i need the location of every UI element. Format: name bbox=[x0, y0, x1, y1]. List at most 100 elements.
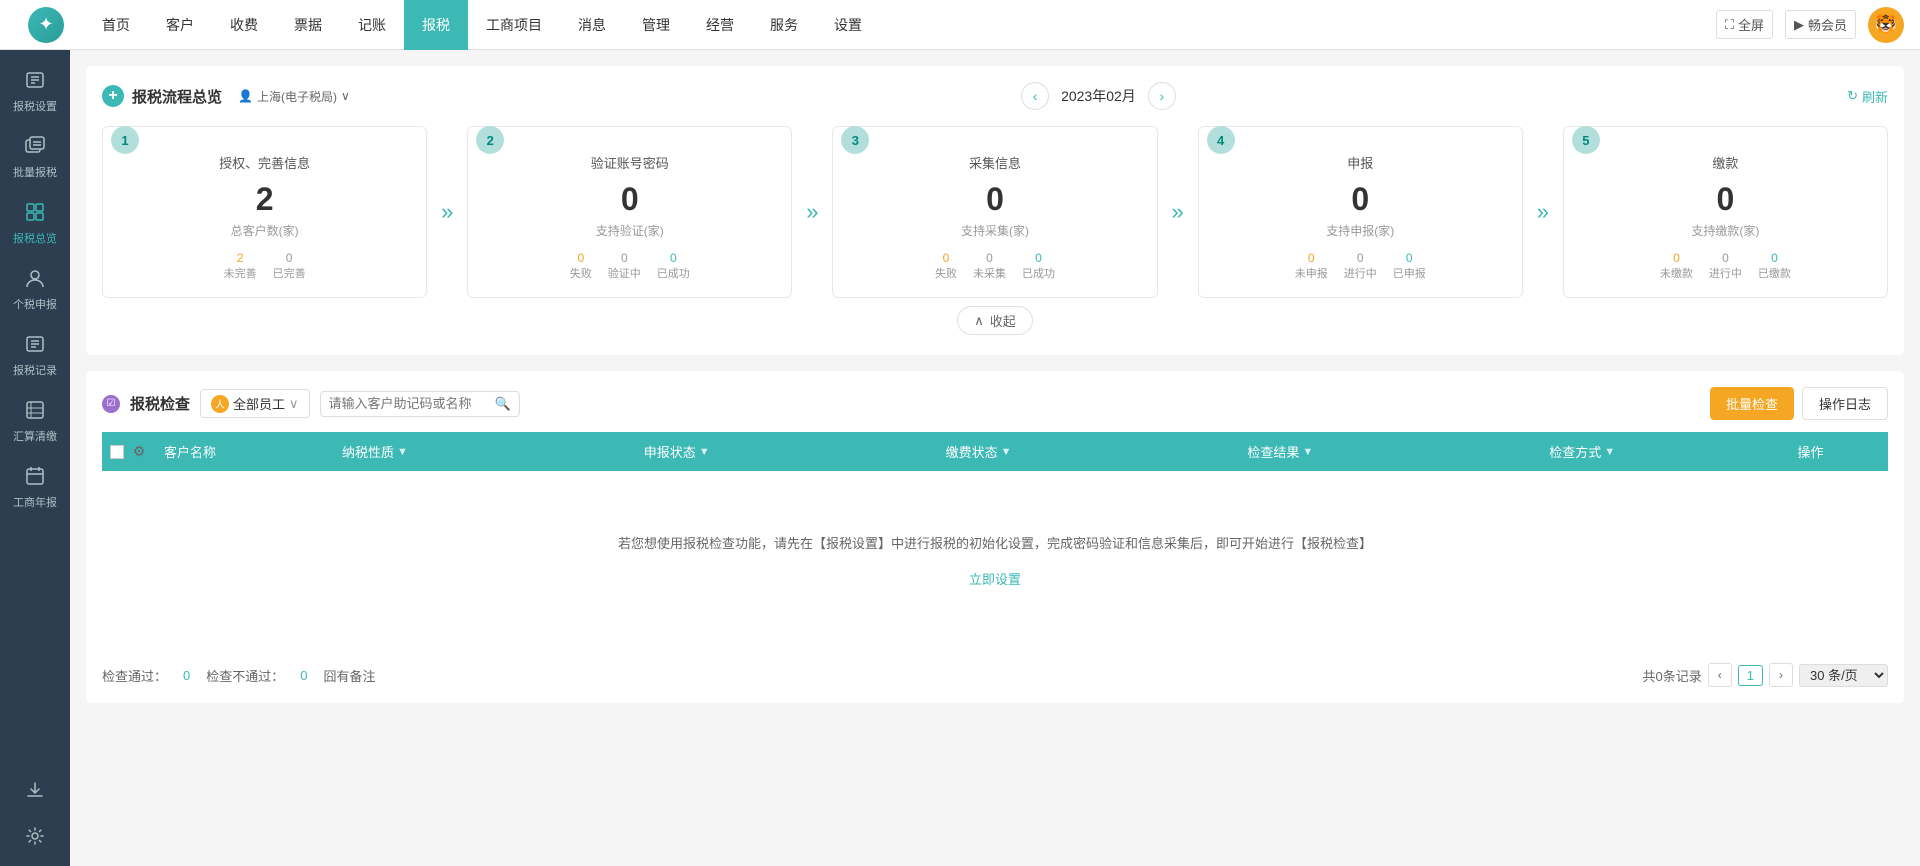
individual-tax-label: 个税申报 bbox=[13, 296, 57, 312]
operation-log-button[interactable]: 操作日志 bbox=[1802, 387, 1888, 420]
next-month-button[interactable]: › bbox=[1148, 82, 1176, 110]
filter-icon-3: ▼ bbox=[1001, 446, 1012, 458]
employee-filter-select[interactable]: 人 全部员工 ∨ bbox=[200, 389, 310, 418]
step-2-val-0[interactable]: 0 bbox=[577, 251, 584, 265]
filter-icon-1: ▼ bbox=[397, 446, 408, 458]
prev-month-button[interactable]: ‹ bbox=[1021, 82, 1049, 110]
col-filter-declare[interactable]: 申报状态 ▼ bbox=[644, 442, 710, 461]
nav-accounting[interactable]: 记账 bbox=[340, 0, 404, 50]
step-2-val-2[interactable]: 0 bbox=[670, 251, 677, 265]
filter-icon-5: ▼ bbox=[1604, 446, 1615, 458]
search-icon[interactable]: 🔍 bbox=[495, 396, 511, 412]
step-2-label-0: 失败 bbox=[570, 265, 592, 281]
settlement-label: 汇算清缴 bbox=[13, 428, 57, 444]
annual-report-label: 工商年报 bbox=[13, 494, 57, 510]
table-col-action: 操作 bbox=[1733, 432, 1888, 471]
sidebar-item-download[interactable] bbox=[1, 768, 69, 812]
step-5-label-2: 已缴款 bbox=[1758, 265, 1791, 281]
col-filter-pay[interactable]: 缴费状态 ▼ bbox=[946, 442, 1012, 461]
refresh-button[interactable]: ↻ 刷新 bbox=[1847, 87, 1888, 106]
step-5-val-1: 0 bbox=[1722, 251, 1729, 265]
check-fail-count[interactable]: 0 bbox=[300, 668, 307, 683]
nav-fee[interactable]: 收费 bbox=[212, 0, 276, 50]
sidebar-item-batch-tax[interactable]: 批量报税 bbox=[1, 124, 69, 188]
step-5-val-2[interactable]: 0 bbox=[1771, 251, 1778, 265]
logo-area[interactable]: ✦ bbox=[16, 7, 76, 43]
next-page-button[interactable]: › bbox=[1769, 663, 1793, 687]
process-title: 报税流程总览 bbox=[132, 86, 222, 107]
col-filter-tax-type[interactable]: 纳税性质 ▼ bbox=[342, 442, 408, 461]
nav-home[interactable]: 首页 bbox=[84, 0, 148, 50]
table-wrap: ⚙ 客户名称 纳税性质 ▼ bbox=[102, 432, 1888, 653]
step-1-num: 1 bbox=[111, 126, 139, 154]
top-right-actions: ⛶ 全屏 ▶ 畅会员 🐯 bbox=[1716, 7, 1904, 43]
filter-icon-4: ▼ bbox=[1302, 446, 1313, 458]
pagination: 共0条记录 ‹ 1 › 30 条/页50 条/页100 条/页 bbox=[1643, 663, 1888, 687]
mascot-avatar[interactable]: 🐯 bbox=[1868, 7, 1904, 43]
nav-operation[interactable]: 经营 bbox=[688, 0, 752, 50]
table-col-name: 客户名称 bbox=[156, 432, 224, 471]
batch-check-button[interactable]: 批量检查 bbox=[1710, 387, 1794, 420]
nav-invoice[interactable]: 票据 bbox=[276, 0, 340, 50]
sidebar-item-individual-tax[interactable]: 个税申报 bbox=[1, 256, 69, 320]
table-empty-row: 若您想使用报税检查功能，请先在【报税设置】中进行报税的初始化设置，完成密码验证和… bbox=[102, 471, 1888, 653]
fullscreen-button[interactable]: ⛶ 全屏 bbox=[1716, 10, 1773, 39]
step-3-val-0[interactable]: 0 bbox=[943, 251, 950, 265]
nav-customer[interactable]: 客户 bbox=[148, 0, 212, 50]
nav-service[interactable]: 服务 bbox=[752, 0, 816, 50]
header-checkbox[interactable] bbox=[110, 445, 124, 459]
nav-items: 首页 客户 收费 票据 记账 报税 工商项目 消息 管理 经营 服务 设置 bbox=[84, 0, 1716, 50]
collapse-up-icon: ∧ bbox=[974, 313, 984, 329]
nav-manage[interactable]: 管理 bbox=[624, 0, 688, 50]
step-5-stats: 0 未缴款 0 进行中 0 已缴款 bbox=[1576, 251, 1875, 281]
prev-page-button[interactable]: ‹ bbox=[1708, 663, 1732, 687]
per-page-select[interactable]: 30 条/页50 条/页100 条/页 bbox=[1799, 664, 1888, 687]
step-5-label-1: 进行中 bbox=[1709, 265, 1742, 281]
batch-tax-label: 批量报税 bbox=[13, 164, 57, 180]
sidebar-bottom bbox=[1, 768, 69, 866]
nav-message[interactable]: 消息 bbox=[560, 0, 624, 50]
col-filter-name[interactable]: 客户名称 bbox=[164, 442, 216, 461]
step-1-val-0[interactable]: 2 bbox=[237, 251, 244, 265]
step-5-desc: 支持缴款(家) bbox=[1576, 222, 1875, 239]
tax-overview-label: 报税总览 bbox=[13, 230, 57, 246]
table-footer: 检查通过： 0 检查不通过： 0 囧有备注 共0条记录 ‹ 1 › 30 条/页… bbox=[102, 653, 1888, 687]
location-badge[interactable]: 👤 上海(电子税局) ∨ bbox=[238, 88, 350, 105]
sidebar-item-tax-record[interactable]: 报税记录 bbox=[1, 322, 69, 386]
table-col-pay-status: 缴费状态 ▼ bbox=[828, 432, 1130, 471]
arrow-2: » bbox=[792, 126, 832, 298]
sidebar-item-settings[interactable] bbox=[1, 814, 69, 858]
sidebar-item-tax-settings[interactable]: 报税设置 bbox=[1, 58, 69, 122]
gear-icon[interactable]: ⚙ bbox=[130, 443, 148, 461]
step-2-stat-0: 0 失败 bbox=[570, 251, 592, 281]
search-input[interactable] bbox=[329, 396, 489, 411]
step-3-label-0: 失败 bbox=[935, 265, 957, 281]
tax-check-icon: ☑ bbox=[102, 395, 120, 413]
nav-settings[interactable]: 设置 bbox=[816, 0, 880, 50]
sidebar-item-settlement[interactable]: 汇算清缴 bbox=[1, 388, 69, 452]
employee-filter-label: 全部员工 bbox=[233, 394, 285, 413]
sidebar-item-annual-report[interactable]: 工商年报 bbox=[1, 454, 69, 518]
step-4-label-2: 已申报 bbox=[1393, 265, 1426, 281]
employee-filter-icon: 人 bbox=[211, 395, 229, 413]
col-filter-result[interactable]: 检查结果 ▼ bbox=[1247, 442, 1313, 461]
sidebar-item-tax-overview[interactable]: 报税总览 bbox=[1, 190, 69, 254]
member-button[interactable]: ▶ 畅会员 bbox=[1785, 10, 1856, 39]
check-pass-count[interactable]: 0 bbox=[183, 668, 190, 683]
setup-link[interactable]: 立即设置 bbox=[969, 572, 1021, 587]
chevron-down-icon: ∨ bbox=[341, 89, 350, 103]
step-5-val-0[interactable]: 0 bbox=[1673, 251, 1680, 265]
tax-check-card: ☑ 报税检查 人 全部员工 ∨ 🔍 批量检查 操作日志 bbox=[86, 371, 1904, 703]
empty-text: 若您想使用报税检查功能，请先在【报税设置】中进行报税的初始化设置，完成密码验证和… bbox=[122, 531, 1868, 557]
settings-icon bbox=[21, 822, 49, 850]
step-1-label-1: 已完善 bbox=[273, 265, 306, 281]
step-verify: 2 验证账号密码 0 支持验证(家) 0 失败 0 验证中 bbox=[467, 126, 792, 298]
nav-business[interactable]: 工商项目 bbox=[468, 0, 560, 50]
step-3-val-2[interactable]: 0 bbox=[1035, 251, 1042, 265]
nav-tax[interactable]: 报税 bbox=[404, 0, 468, 50]
step-4-val-0[interactable]: 0 bbox=[1308, 251, 1315, 265]
collapse-button[interactable]: ∧ 收起 bbox=[957, 306, 1033, 335]
step-4-val-2[interactable]: 0 bbox=[1406, 251, 1413, 265]
arrow-3: » bbox=[1158, 126, 1198, 298]
col-filter-method[interactable]: 检查方式 ▼ bbox=[1549, 442, 1615, 461]
